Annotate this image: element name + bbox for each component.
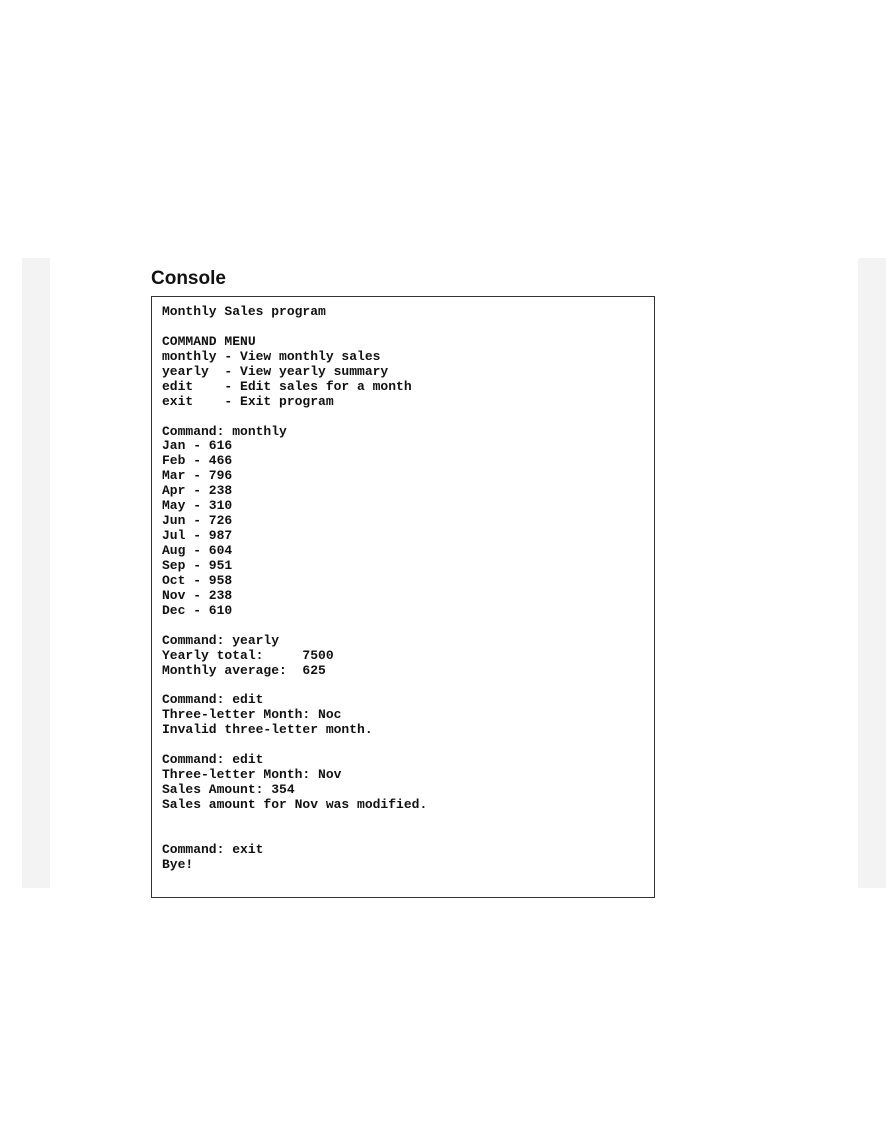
console-command: Command: edit bbox=[162, 752, 263, 767]
console-yearly-average: Monthly average: 625 bbox=[162, 663, 326, 678]
console-command: Command: yearly bbox=[162, 633, 279, 648]
console-yearly-total: Yearly total: 7500 bbox=[162, 648, 334, 663]
console-input: Three-letter Month: Nov bbox=[162, 767, 341, 782]
console-sales-line: Jan - 616 bbox=[162, 438, 232, 453]
console-menu-line: monthly - View monthly sales bbox=[162, 349, 380, 364]
console-heading: Console bbox=[151, 268, 711, 290]
console-command: Command: edit bbox=[162, 692, 263, 707]
console-command: Command: monthly bbox=[162, 424, 287, 439]
console-output: Monthly Sales program COMMAND MENU month… bbox=[151, 296, 655, 898]
console-sales-line: Mar - 796 bbox=[162, 468, 232, 483]
console-sales-line: Jun - 726 bbox=[162, 513, 232, 528]
console-response: Invalid three-letter month. bbox=[162, 722, 373, 737]
document-page: Console Monthly Sales program COMMAND ME… bbox=[0, 258, 886, 888]
console-menu-header: COMMAND MENU bbox=[162, 334, 256, 349]
console-response: Bye! bbox=[162, 857, 193, 872]
console-input: Sales Amount: 354 bbox=[162, 782, 295, 797]
console-sales-line: Jul - 987 bbox=[162, 528, 232, 543]
console-menu-line: exit - Exit program bbox=[162, 394, 334, 409]
page-margin-left bbox=[22, 258, 50, 888]
console-menu-line: edit - Edit sales for a month bbox=[162, 379, 412, 394]
console-response: Sales amount for Nov was modified. bbox=[162, 797, 427, 812]
console-sales-line: Sep - 951 bbox=[162, 558, 232, 573]
console-menu-line: yearly - View yearly summary bbox=[162, 364, 388, 379]
console-program-title: Monthly Sales program bbox=[162, 304, 326, 319]
console-sales-line: Feb - 466 bbox=[162, 453, 232, 468]
console-sales-line: May - 310 bbox=[162, 498, 232, 513]
console-sales-line: Apr - 238 bbox=[162, 483, 232, 498]
page-margin-right bbox=[858, 258, 886, 888]
console-sales-line: Nov - 238 bbox=[162, 588, 232, 603]
console-sales-line: Dec - 610 bbox=[162, 603, 232, 618]
console-sales-line: Aug - 604 bbox=[162, 543, 232, 558]
console-command: Command: exit bbox=[162, 842, 263, 857]
content-area: Console Monthly Sales program COMMAND ME… bbox=[151, 268, 711, 898]
console-input: Three-letter Month: Noc bbox=[162, 707, 341, 722]
console-sales-line: Oct - 958 bbox=[162, 573, 232, 588]
